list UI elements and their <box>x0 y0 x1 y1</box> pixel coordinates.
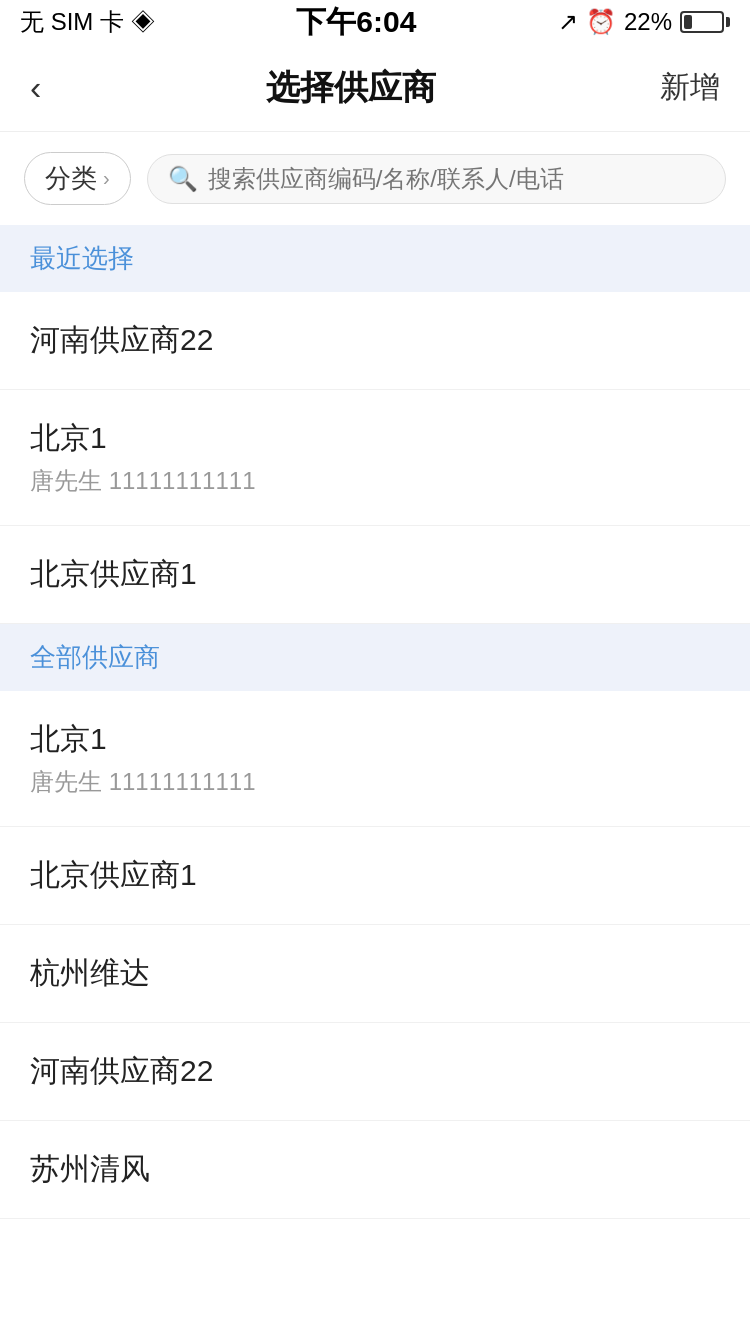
page-title: 选择供应商 <box>266 65 436 111</box>
back-button[interactable]: ‹ <box>30 68 41 107</box>
filter-bar: 分类 › 🔍 <box>0 132 750 225</box>
list-item[interactable]: 河南供应商22 <box>0 1023 750 1121</box>
search-input[interactable] <box>208 165 705 193</box>
chevron-right-icon: › <box>103 167 110 190</box>
location-icon: ↗ <box>558 8 578 36</box>
list-item[interactable]: 北京供应商1 <box>0 526 750 624</box>
item-name: 苏州清风 <box>30 1149 720 1190</box>
recent-section-header: 最近选择 <box>0 225 750 292</box>
item-name: 北京供应商1 <box>30 855 720 896</box>
search-box[interactable]: 🔍 <box>147 154 726 204</box>
list-item[interactable]: 北京1 唐先生 11111111111 <box>0 390 750 526</box>
item-contact: 唐先生 11111111111 <box>30 766 720 798</box>
item-name: 北京1 <box>30 719 720 760</box>
all-section-label: 全部供应商 <box>30 642 160 672</box>
item-contact: 唐先生 11111111111 <box>30 465 720 497</box>
list-item[interactable]: 北京供应商1 <box>0 827 750 925</box>
list-item[interactable]: 北京1 唐先生 11111111111 <box>0 691 750 827</box>
battery-indicator <box>680 11 730 33</box>
item-name: 杭州维达 <box>30 953 720 994</box>
item-name: 北京1 <box>30 418 720 459</box>
category-filter-button[interactable]: 分类 › <box>24 152 131 205</box>
category-label: 分类 <box>45 161 97 196</box>
battery-percent: 22% <box>624 8 672 36</box>
status-right: ↗ ⏰ 22% <box>558 8 730 36</box>
item-name: 河南供应商22 <box>30 1051 720 1092</box>
all-items-list: 北京1 唐先生 11111111111 北京供应商1 杭州维达河南供应商22 苏州清风 <box>0 691 750 1219</box>
list-item[interactable]: 河南供应商22 <box>0 292 750 390</box>
list-item[interactable]: 杭州维达 <box>0 925 750 1023</box>
item-name: 河南供应商22 <box>30 320 720 361</box>
search-icon: 🔍 <box>168 165 198 193</box>
list-item[interactable]: 苏州清风 <box>0 1121 750 1219</box>
sim-status: 无 SIM 卡 ◈ <box>20 6 155 38</box>
recent-section-label: 最近选择 <box>30 243 134 273</box>
alarm-icon: ⏰ <box>586 8 616 36</box>
navigation-bar: ‹ 选择供应商 新增 <box>0 44 750 132</box>
status-bar: 无 SIM 卡 ◈ 下午6:04 ↗ ⏰ 22% <box>0 0 750 44</box>
all-section-header: 全部供应商 <box>0 624 750 691</box>
status-time: 下午6:04 <box>296 2 416 43</box>
recent-items-list: 河南供应商22 北京1 唐先生 11111111111 北京供应商1 <box>0 292 750 624</box>
item-name: 北京供应商1 <box>30 554 720 595</box>
add-button[interactable]: 新增 <box>660 67 720 108</box>
status-left: 无 SIM 卡 ◈ <box>20 6 155 38</box>
